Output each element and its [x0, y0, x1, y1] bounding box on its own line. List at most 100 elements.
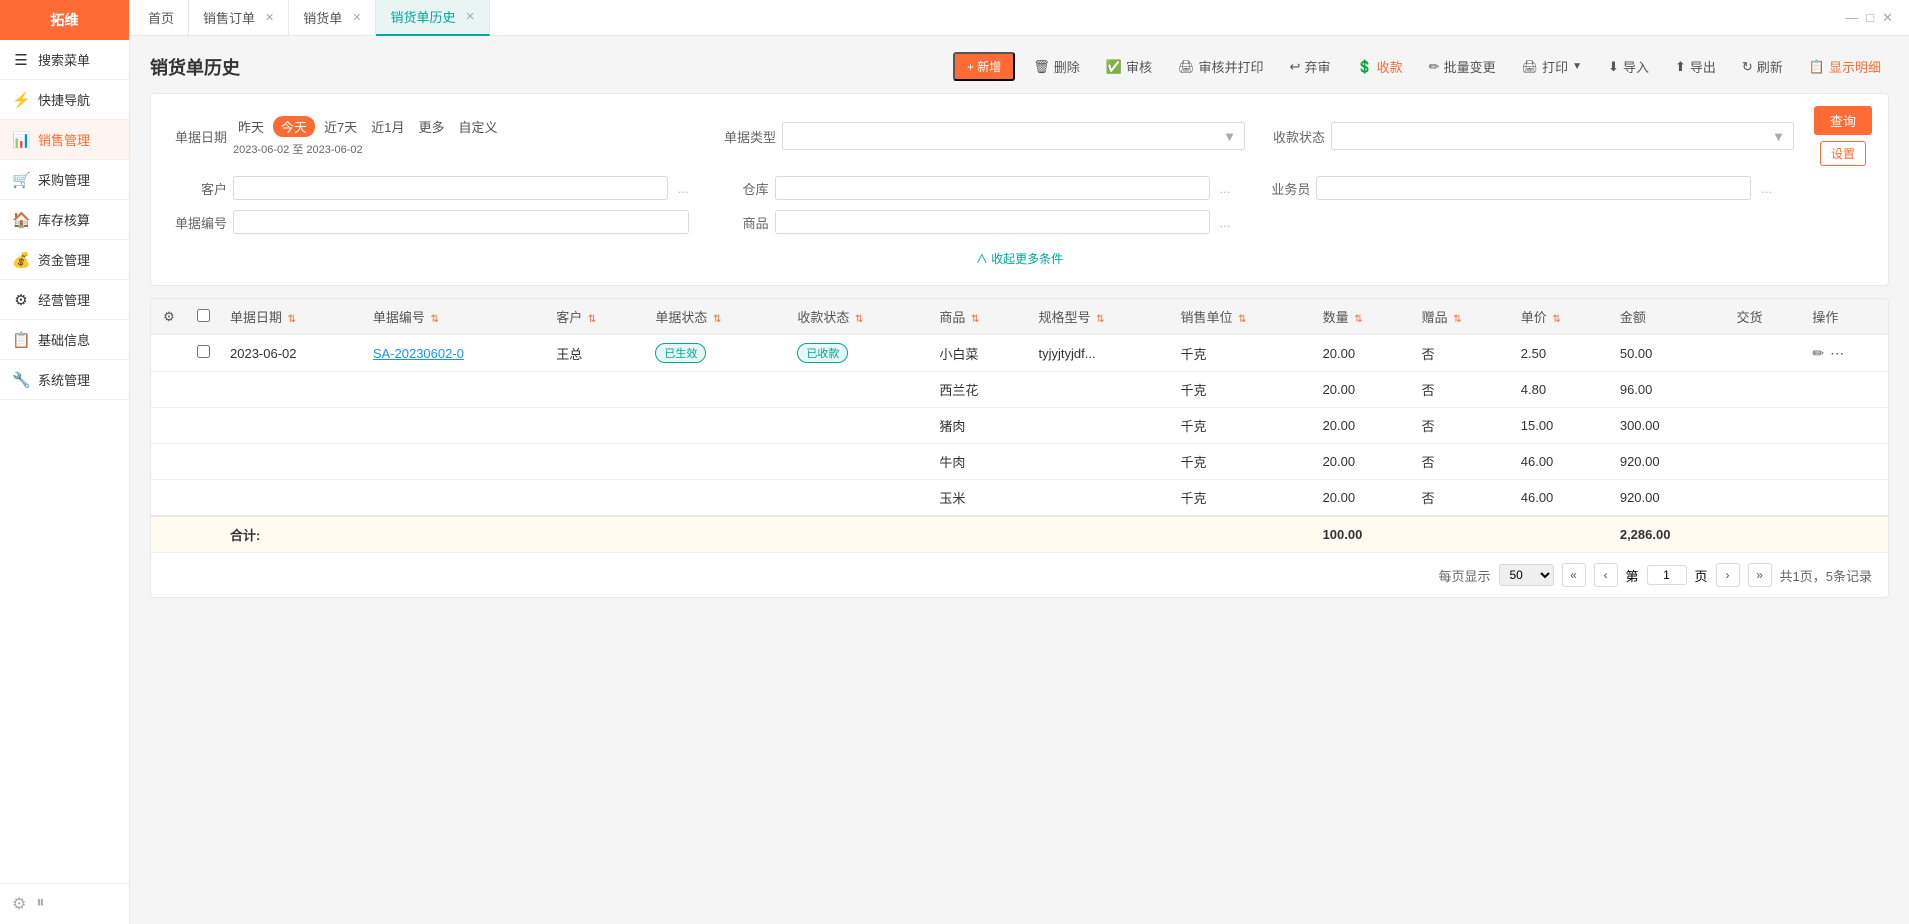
- tab-sales-order[interactable]: 销售订单 ✕: [189, 0, 289, 36]
- tab-sales-history-close[interactable]: ✕: [466, 10, 475, 23]
- import-button[interactable]: ⬇ 导入: [1600, 53, 1657, 80]
- customer-input[interactable]: [233, 176, 668, 200]
- total-amount: 2,286.00: [1610, 516, 1727, 552]
- sidebar-item-search-menu[interactable]: ☰ 搜索菜单: [0, 40, 129, 80]
- select-all-checkbox[interactable]: [197, 309, 210, 322]
- sidebar-item-system-mgmt[interactable]: 🔧 系统管理: [0, 360, 129, 400]
- export-icon: ⬆: [1675, 59, 1686, 75]
- collect-button[interactable]: 💲 收款: [1348, 53, 1410, 80]
- sidebar-item-quick-nav[interactable]: ⚡ 快捷导航: [0, 80, 129, 120]
- row-checkbox[interactable]: [197, 345, 210, 358]
- tab-sales-order-close[interactable]: ✕: [265, 11, 274, 24]
- table-row: 西兰花 千克 20.00 否 4.80 96.00: [151, 372, 1888, 408]
- filter-goods: 商品 ...: [709, 210, 1231, 234]
- salesperson-input[interactable]: [1316, 176, 1751, 200]
- sidebar-item-sales-mgmt[interactable]: 📊 销售管理: [0, 120, 129, 160]
- delete-icon: 🗑: [1033, 59, 1050, 75]
- row-qty: 20.00: [1313, 408, 1412, 444]
- pagination-bar: 每页显示 50 100 200 « ‹ 第 页 › » 共1页，5条记录: [151, 552, 1888, 597]
- row-payment-status: [787, 444, 929, 480]
- goods-input[interactable]: [775, 210, 1210, 234]
- sidebar-item-purchase-mgmt[interactable]: 🛒 采购管理: [0, 160, 129, 200]
- close-button[interactable]: ✕: [1882, 10, 1893, 26]
- col-gift[interactable]: 赠品 ⇅: [1412, 299, 1511, 335]
- delete-button[interactable]: 🗑 删除: [1025, 53, 1088, 80]
- shortcut-more[interactable]: 更多: [414, 116, 450, 137]
- inventory-icon: 🏠: [12, 211, 30, 229]
- settings-button[interactable]: 设置: [1820, 141, 1866, 166]
- row-doc-status: [645, 372, 787, 408]
- sidebar-item-finance-mgmt[interactable]: 💰 资金管理: [0, 240, 129, 280]
- audit-print-button[interactable]: 🖨 审核并打印: [1170, 53, 1272, 80]
- sidebar-item-label: 快捷导航: [38, 90, 90, 109]
- collapse-button[interactable]: ∧ 收起更多条件: [167, 244, 1872, 273]
- tab-home[interactable]: 首页: [134, 0, 189, 36]
- print-button[interactable]: 🖨 打印 ▼: [1514, 53, 1590, 80]
- audit-button[interactable]: ✅ 审核: [1098, 53, 1160, 80]
- sidebar-item-basic-info[interactable]: 📋 基础信息: [0, 320, 129, 360]
- shortcut-today[interactable]: 今天: [273, 116, 315, 137]
- settings-bottom-icon[interactable]: ⚙: [12, 894, 26, 914]
- purchase-icon: 🛒: [12, 171, 30, 189]
- warehouse-dots[interactable]: ...: [1220, 181, 1231, 196]
- query-button[interactable]: 查询: [1814, 106, 1872, 135]
- shortcut-yesterday[interactable]: 昨天: [233, 116, 269, 137]
- sidebar-item-inventory[interactable]: 🏠 库存核算: [0, 200, 129, 240]
- row-qty: 20.00: [1313, 335, 1412, 372]
- row-amount: 96.00: [1610, 372, 1727, 408]
- abandon-button[interactable]: ↩ 弃审: [1282, 53, 1339, 80]
- shortcut-1month[interactable]: 近1月: [366, 116, 409, 137]
- tab-sales-delivery[interactable]: 销货单 ✕: [289, 0, 376, 36]
- refresh-button[interactable]: ↻ 刷新: [1734, 53, 1791, 80]
- new-button[interactable]: + 新增: [953, 52, 1015, 81]
- page-size-select[interactable]: 50 100 200: [1499, 564, 1554, 586]
- col-sales-unit[interactable]: 销售单位 ⇅: [1171, 299, 1313, 335]
- app-logo: 拓维: [0, 0, 129, 40]
- col-date[interactable]: 单据日期 ⇅: [220, 299, 363, 335]
- row-trade: [1726, 335, 1802, 372]
- salesperson-dots[interactable]: ...: [1761, 181, 1772, 196]
- sidebar-item-operation-mgmt[interactable]: ⚙ 经营管理: [0, 280, 129, 320]
- table-row: 猪肉 千克 20.00 否 15.00 300.00: [151, 408, 1888, 444]
- minimize-button[interactable]: —: [1845, 10, 1858, 25]
- doc-no-link[interactable]: SA-20230602-0: [373, 346, 464, 361]
- doc-status-badge: 已生效: [655, 343, 706, 363]
- col-doc-no[interactable]: 单据编号 ⇅: [363, 299, 546, 335]
- shortcut-7days[interactable]: 近7天: [319, 116, 362, 137]
- doc-type-select[interactable]: ▼: [782, 122, 1245, 150]
- page-input[interactable]: [1647, 565, 1687, 585]
- col-qty[interactable]: 数量 ⇅: [1313, 299, 1412, 335]
- tab-sales-delivery-close[interactable]: ✕: [352, 11, 361, 24]
- pause-bottom-icon[interactable]: ⏸: [36, 894, 44, 914]
- doc-no-input[interactable]: [233, 210, 689, 234]
- last-page-button[interactable]: »: [1748, 563, 1772, 587]
- show-details-button[interactable]: 📋 显示明细: [1801, 53, 1889, 80]
- col-unit-price[interactable]: 单价 ⇅: [1511, 299, 1610, 335]
- col-spec[interactable]: 规格型号 ⇅: [1029, 299, 1171, 335]
- col-goods[interactable]: 商品 ⇅: [929, 299, 1028, 335]
- edit-action-button[interactable]: ✏: [1812, 345, 1824, 362]
- payment-status-select[interactable]: ▼: [1331, 122, 1794, 150]
- warehouse-input[interactable]: [775, 176, 1210, 200]
- customer-dots[interactable]: ...: [678, 181, 689, 196]
- export-button[interactable]: ⬆ 导出: [1667, 53, 1724, 80]
- row-trade: [1726, 444, 1802, 480]
- col-customer[interactable]: 客户 ⇅: [546, 299, 645, 335]
- prev-page-button[interactable]: ‹: [1594, 563, 1618, 587]
- total-pages-info: 共1页，5条记录: [1780, 566, 1872, 585]
- col-gear[interactable]: ⚙: [151, 299, 187, 335]
- total-qty: 100.00: [1313, 516, 1412, 552]
- goods-dots[interactable]: ...: [1220, 215, 1231, 230]
- col-doc-status[interactable]: 单据状态 ⇅: [645, 299, 787, 335]
- row-date: 2023-06-02: [220, 335, 363, 372]
- shortcut-custom[interactable]: 自定义: [454, 116, 503, 137]
- row-spec: [1029, 372, 1171, 408]
- more-action-button[interactable]: ⋯: [1830, 345, 1844, 362]
- next-page-button[interactable]: ›: [1716, 563, 1740, 587]
- row-payment-status: [787, 408, 929, 444]
- maximize-button[interactable]: □: [1866, 10, 1874, 25]
- col-payment-status[interactable]: 收款状态 ⇅: [787, 299, 929, 335]
- first-page-button[interactable]: «: [1562, 563, 1586, 587]
- tab-sales-history[interactable]: 销货单历史 ✕: [376, 0, 489, 36]
- batch-change-button[interactable]: ✏ 批量变更: [1421, 53, 1504, 80]
